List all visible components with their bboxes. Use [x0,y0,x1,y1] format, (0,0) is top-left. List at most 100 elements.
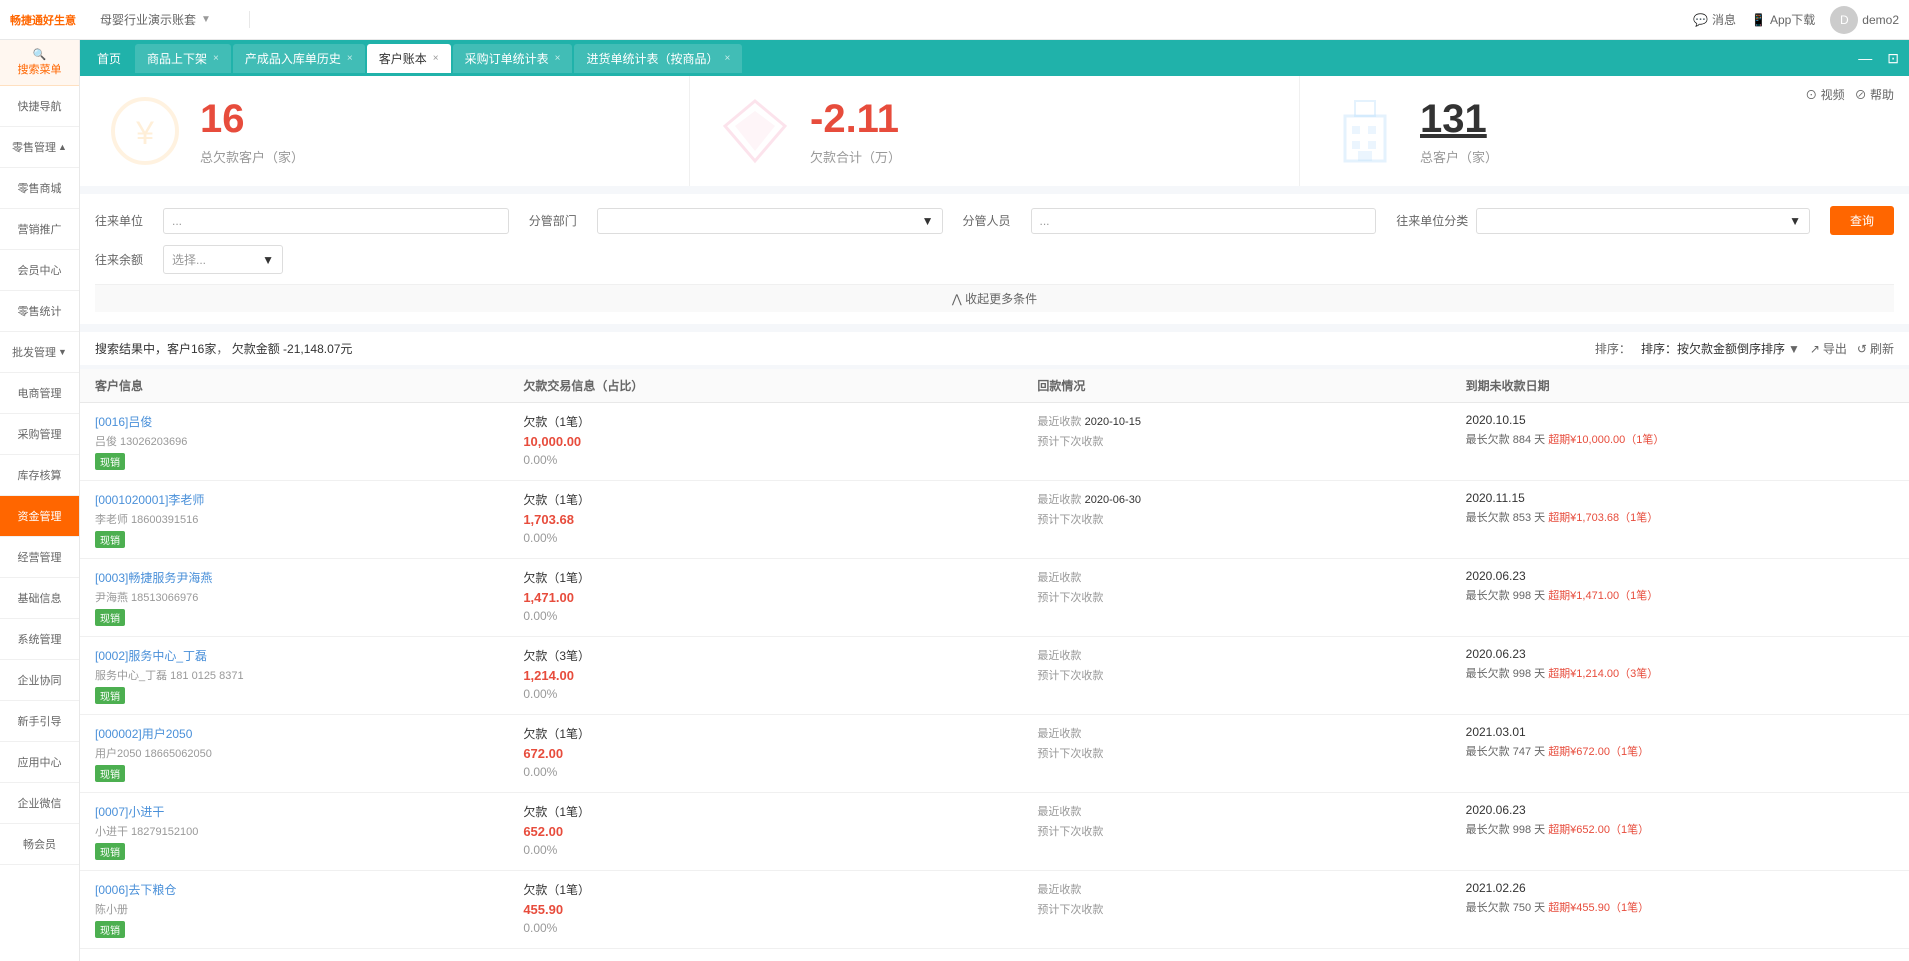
tab-home[interactable]: 首页 [85,44,133,73]
filter-person-input[interactable]: ... [1031,208,1377,234]
due-overdue-4[interactable]: 超期¥672.00（1笔） [1548,746,1649,758]
customer-phone-2: 尹海燕 18513066976 [95,589,523,605]
tab-product-history[interactable]: 产成品入库单历史 × [233,44,365,73]
debt-amount-3: 1,214.00 [523,668,1037,683]
sidebar-item-batch-mgmt[interactable]: 批发管理 ▼ [0,332,79,373]
sidebar-item-member-center[interactable]: 会员中心 [0,250,79,291]
stat-card-debt-customers: ¥ 16 总欠款客户（家） [80,76,690,186]
tab-product-history-close[interactable]: × [347,53,353,64]
sidebar-item-basic-info[interactable]: 基础信息 [0,578,79,619]
batch-mgmt-arrow-icon: ▼ [58,347,67,357]
debt-count-0: 欠款（1笔） [523,413,1037,430]
due-overdue-6[interactable]: 超期¥455.90（1笔） [1548,902,1649,914]
debt-info-3: 欠款（3笔） 1,214.00 0.00% [523,647,1037,701]
top-right: 💬 消息 📱 App下载 D demo2 [1693,6,1899,34]
table-row: [0002]服务中心_丁磊 服务中心_丁磊 181 0125 8371 现销 欠… [80,637,1909,715]
sidebar-item-app-center[interactable]: 应用中心 [0,742,79,783]
filter-row-2: 往来余额 选择... ▼ [95,245,1894,274]
quick-nav-label: 快捷导航 [18,101,62,113]
video-btn[interactable]: ⊙ 视频 [1805,86,1844,103]
stat-info-debt-customers: 16 总欠款客户（家） [200,97,304,166]
finance-label: 资金管理 [18,511,62,523]
customer-name-5[interactable]: [0007]小进干 [95,805,164,819]
help-btn[interactable]: ⊘ 帮助 [1855,86,1894,103]
query-button[interactable]: 查询 [1830,206,1894,235]
sort-button[interactable]: 排序：按欠款金额倒序排序 ▼ [1641,340,1800,357]
sidebar-item-retail-mgmt[interactable]: 零售管理 ▲ [0,127,79,168]
tab-product-shelf-close[interactable]: × [213,53,219,64]
due-overdue-0[interactable]: 超期¥10,000.00（1笔） [1548,434,1664,446]
customer-tag-3: 现销 [95,687,125,704]
tab-customer-account-close[interactable]: × [433,53,439,64]
filter-balance-select[interactable]: 选择... ▼ [163,245,283,274]
app-download-btn[interactable]: 📱 App下载 [1751,11,1815,28]
customer-tag-4: 现销 [95,765,125,782]
debt-total-label: 欠款合计（万） [810,147,901,166]
svg-text:¥: ¥ [135,115,154,151]
sidebar-item-enterprise[interactable]: 企业协同 [0,660,79,701]
tab-minimize-btn[interactable]: — [1853,48,1877,69]
due-overdue-5[interactable]: 超期¥652.00（1笔） [1548,824,1649,836]
due-days-5: 最长欠款 998 天 超期¥652.00（1笔） [1466,821,1894,837]
result-debt-summary: 欠款金额 -21,148.07元 [232,342,353,356]
debt-percent-5: 0.00% [523,843,1037,857]
return-label-0: 最近收款 [1037,416,1081,428]
sidebar-item-purchase[interactable]: 采购管理 [0,414,79,455]
filter-category-select[interactable]: ▼ [1476,208,1810,234]
message-btn[interactable]: 💬 消息 [1693,11,1736,28]
return-next-5: 预计下次收款 [1037,823,1465,839]
tab-purchase-stats-close[interactable]: × [724,53,730,64]
company-selector[interactable]: 母婴行业演示账套 ▼ [90,11,250,28]
due-overdue-2[interactable]: 超期¥1,471.00（1笔） [1548,590,1658,602]
sidebar-item-wechat[interactable]: 企业微信 [0,783,79,824]
table-row: [000001]黄思源 黄思源 13552700226 现销 欠款（1笔） 42… [80,949,1909,961]
sidebar-item-marketing[interactable]: 营销推广 [0,209,79,250]
return-label-5: 最近收款 [1037,806,1081,818]
filter-dept-select[interactable]: ▼ [597,208,943,234]
table-row: [0003]畅捷服务尹海燕 尹海燕 18513066976 现销 欠款（1笔） … [80,559,1909,637]
refresh-button[interactable]: ↺ 刷新 [1857,340,1894,357]
sidebar-item-retail-stats[interactable]: 零售统计 [0,291,79,332]
due-date-1: 2020.11.15 [1466,491,1894,505]
sidebar-item-ecommerce[interactable]: 电商管理 [0,373,79,414]
return-label-6: 最近收款 [1037,884,1081,896]
filter-collapse-btn[interactable]: ⋀ 收起更多条件 [95,284,1894,312]
user-area[interactable]: D demo2 [1830,6,1899,34]
debt-percent-4: 0.00% [523,765,1037,779]
search-menu[interactable]: 🔍 搜索菜单 [0,40,79,86]
tab-maximize-btn[interactable]: ⊡ [1882,48,1904,69]
export-button[interactable]: ↗ 导出 [1810,340,1847,357]
customer-name-1[interactable]: [0001020001]李老师 [95,493,204,507]
customer-name-2[interactable]: [0003]畅捷服务尹海燕 [95,571,212,585]
sidebar-item-member-plus[interactable]: 畅会员 [0,824,79,865]
debt-amount-1: 1,703.68 [523,512,1037,527]
sidebar-item-newbie[interactable]: 新手引导 [0,701,79,742]
tab-product-shelf[interactable]: 商品上下架 × [135,44,231,73]
tab-purchase-order-close[interactable]: × [555,53,561,64]
newbie-label: 新手引导 [18,716,62,728]
return-label-2: 最近收款 [1037,572,1081,584]
sidebar-item-system[interactable]: 系统管理 [0,619,79,660]
debt-count-1: 欠款（1笔） [523,491,1037,508]
data-table: 客户信息 欠款交易信息（占比） 回款情况 到期未收款日期 [0016]吕俊 吕俊… [80,369,1909,961]
tab-purchase-stats[interactable]: 进货单统计表（按商品） × [574,44,742,73]
customer-name-6[interactable]: [0006]去下粮仓 [95,883,176,897]
due-overdue-1[interactable]: 超期¥1,703.68（1笔） [1548,512,1658,524]
export-icon: ↗ [1810,342,1820,356]
customer-name-3[interactable]: [0002]服务中心_丁磊 [95,649,207,663]
debt-count-3: 欠款（3笔） [523,647,1037,664]
sidebar-item-finance[interactable]: 资金管理 [0,496,79,537]
sidebar-item-retail-mall[interactable]: 零售商城 [0,168,79,209]
sidebar-item-inventory[interactable]: 库存核算 [0,455,79,496]
tab-purchase-order[interactable]: 采购订单统计表 × [453,44,573,73]
customer-name-4[interactable]: [000002]用户2050 [95,727,192,741]
sidebar-item-quick-nav[interactable]: 快捷导航 [0,86,79,127]
sort-arrow-icon: ▼ [1788,342,1800,356]
tab-customer-account[interactable]: 客户账本 × [367,44,451,73]
sidebar-item-operation[interactable]: 经营管理 [0,537,79,578]
customer-name-0[interactable]: [0016]吕俊 [95,415,152,429]
filter-collapse-label: 收起更多条件 [965,292,1037,306]
due-overdue-3[interactable]: 超期¥1,214.00（3笔） [1548,668,1658,680]
filter-supplier-input[interactable]: ... [163,208,509,234]
retail-mgmt-label: 零售管理 [12,139,56,155]
